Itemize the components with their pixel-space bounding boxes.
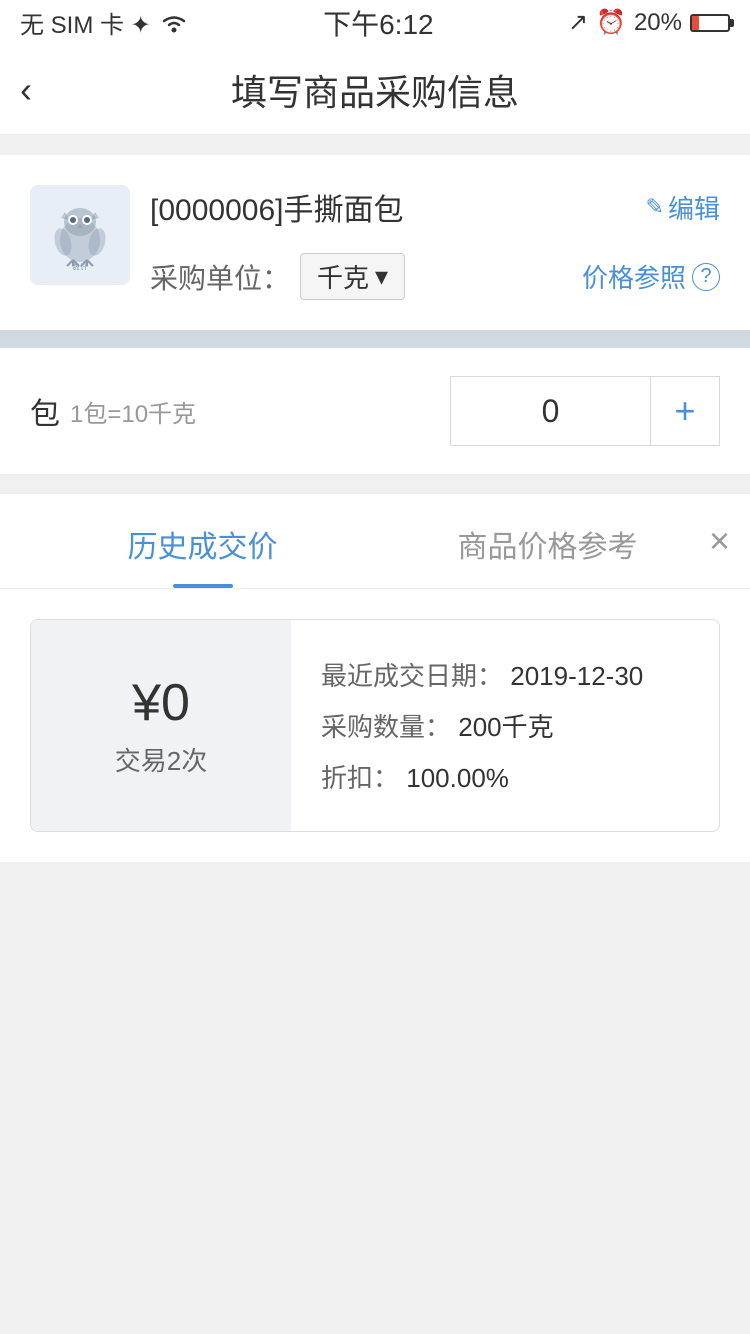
wifi-icon (159, 13, 189, 33)
page-title: 填写商品采购信息 (231, 64, 519, 116)
quantity-label: 包 1包=10千克 (30, 389, 196, 433)
product-logo-icon: 数计 (45, 200, 115, 270)
status-right: ↗ ⏰ 20% (568, 8, 730, 37)
help-text: ? (700, 265, 711, 288)
edit-icon: ✎ (646, 194, 664, 220)
product-info: [0000006]手撕面包 ✎ 编辑 采购单位： 千克 ▾ 价格参照 (150, 185, 720, 300)
status-left: 无 SIM 卡 ✦ (20, 5, 189, 40)
unit-equiv: 1包=10千克 (70, 394, 196, 429)
direction-icon: ↗ (568, 8, 588, 37)
price-value: 0 (161, 674, 190, 732)
quantity-plus-button[interactable]: + (650, 376, 720, 446)
transaction-count: 交易2次 (115, 741, 207, 778)
edit-label: 编辑 (668, 189, 720, 226)
quantity-input[interactable] (450, 376, 650, 446)
product-row: 数计 [0000006]手撕面包 ✎ 编辑 采购单位： 千克 ▾ (30, 185, 720, 300)
qty-value: 200千克 (458, 712, 553, 742)
battery-fill (692, 16, 699, 30)
quantity-control[interactable]: + (450, 376, 720, 446)
status-time: 下午6:12 (323, 3, 434, 43)
discount-label: 折扣： (321, 763, 399, 793)
quantity-section: 包 1包=10千克 + (0, 348, 750, 474)
tabs-section: 历史成交价 商品价格参考 × (0, 494, 750, 589)
discount-value: 100.00% (406, 763, 509, 793)
unit-dropdown[interactable]: 千克 ▾ (300, 253, 405, 300)
price-display: ¥0 (132, 673, 190, 733)
svg-text:数计: 数计 (72, 262, 88, 270)
edit-button[interactable]: ✎ 编辑 (646, 189, 720, 226)
unit-label: 采购单位： (150, 257, 290, 297)
product-thumbnail: 数计 (30, 185, 130, 285)
tab-history-price[interactable]: 历史成交价 (30, 494, 375, 588)
currency-symbol: ¥ (132, 674, 161, 732)
back-button[interactable]: ‹ (20, 69, 32, 111)
price-ref-help-icon[interactable]: ? (692, 263, 720, 291)
tab-history-label: 历史成交价 (128, 531, 278, 564)
price-cards-section: ¥0 交易2次 最近成交日期： 2019-12-30 采购数量： 200千克 折… (0, 589, 750, 862)
recent-date-label: 最近成交日期： (321, 661, 503, 691)
product-name-row: [0000006]手撕面包 ✎ 编辑 (150, 185, 720, 229)
page-header: ‹ 填写商品采购信息 (0, 45, 750, 135)
recent-date-value: 2019-12-30 (510, 661, 643, 691)
battery-percent: 20% (634, 9, 682, 37)
price-card: ¥0 交易2次 最近成交日期： 2019-12-30 采购数量： 200千克 折… (30, 619, 720, 832)
qty-label: 采购数量： (321, 712, 451, 742)
package-unit-label: 包 (30, 389, 60, 433)
product-section: 数计 [0000006]手撕面包 ✎ 编辑 采购单位： 千克 ▾ (0, 155, 750, 330)
discount-row: 折扣： 100.00% (321, 758, 689, 795)
purchase-unit-left: 采购单位： 千克 ▾ (150, 253, 405, 300)
product-name: [0000006]手撕面包 (150, 185, 403, 229)
unit-value: 千克 (317, 258, 369, 295)
battery-icon (690, 14, 730, 32)
tab-close-button[interactable]: × (709, 520, 730, 562)
section-divider (0, 330, 750, 348)
alarm-icon: ⏰ (596, 8, 626, 37)
tab-price-ref[interactable]: 商品价格参考 (375, 494, 720, 588)
price-card-right: 最近成交日期： 2019-12-30 采购数量： 200千克 折扣： 100.0… (291, 620, 719, 831)
sim-label: 无 SIM 卡 ✦ (20, 5, 151, 40)
recent-date-row: 最近成交日期： 2019-12-30 (321, 656, 689, 693)
tab-ref-label: 商品价格参考 (458, 531, 638, 564)
status-bar: 无 SIM 卡 ✦ 下午6:12 ↗ ⏰ 20% (0, 0, 750, 45)
price-ref-button[interactable]: 价格参照 ? (582, 258, 720, 295)
quantity-row: 采购数量： 200千克 (321, 707, 689, 744)
dropdown-icon: ▾ (375, 261, 388, 292)
tab-active-indicator (173, 584, 233, 588)
price-card-left: ¥0 交易2次 (31, 620, 291, 831)
price-ref-label: 价格参照 (582, 258, 686, 295)
purchase-unit-row: 采购单位： 千克 ▾ 价格参照 ? (150, 253, 720, 300)
